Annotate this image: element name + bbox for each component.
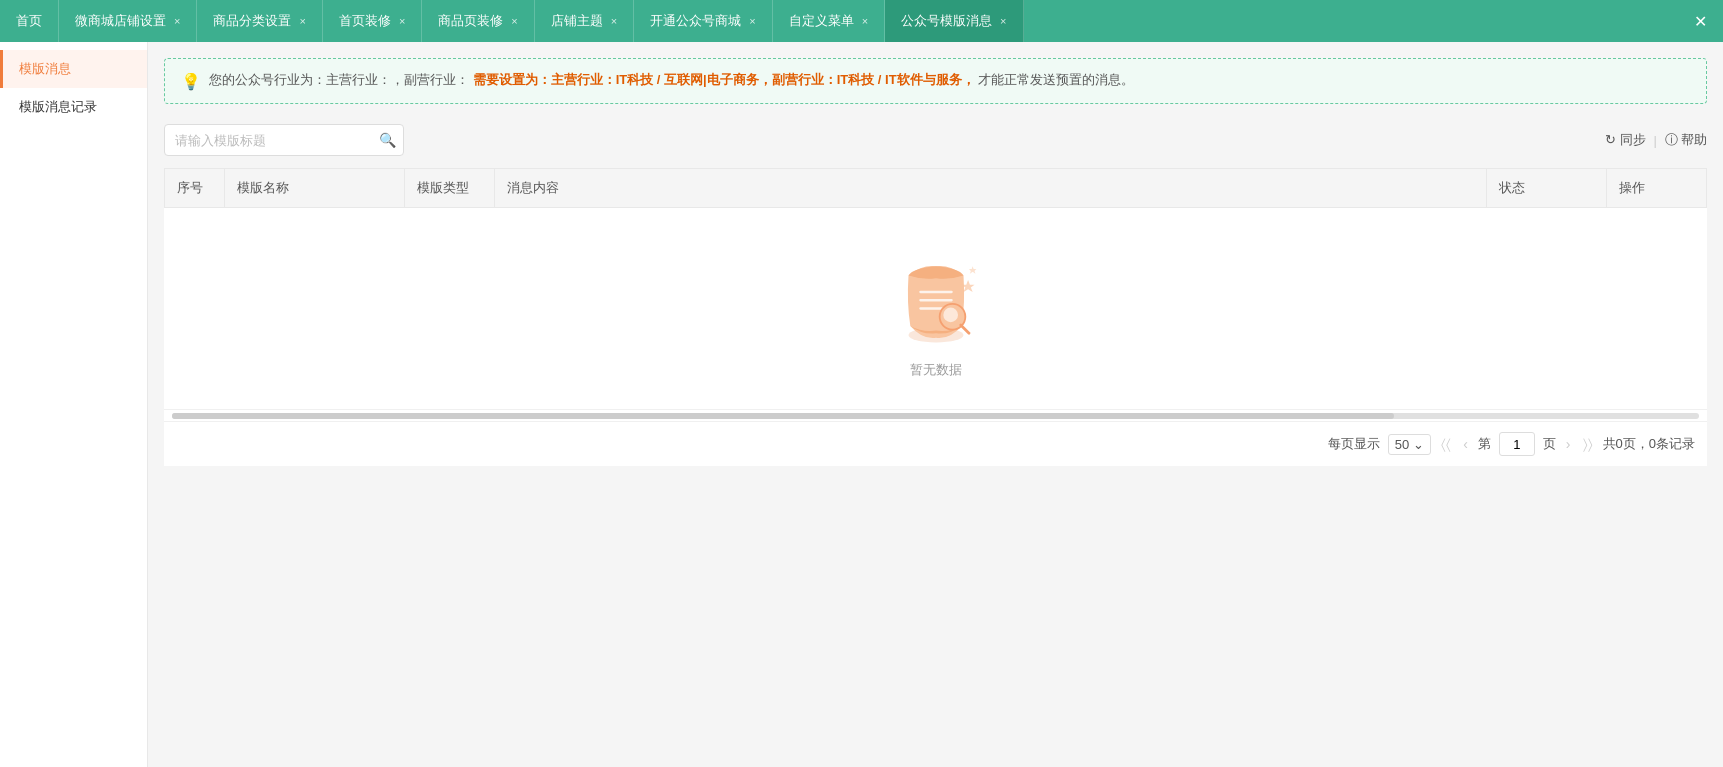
tab-product-category[interactable]: 商品分类设置 × [197, 0, 322, 42]
page-label-suffix: 页 [1543, 435, 1556, 453]
empty-text: 暂无数据 [164, 361, 1707, 379]
table-header-row: 序号 模版名称 模版类型 消息内容 状态 操作 [165, 169, 1707, 208]
tab-wshop-settings[interactable]: 微商城店铺设置 × [59, 0, 197, 42]
tab-template-msg-label: 公众号模版消息 [901, 12, 992, 30]
tab-custom-menu-close[interactable]: × [862, 15, 868, 27]
sidebar-item-template-message-label: 模版消息 [19, 61, 71, 76]
svg-line-6 [960, 325, 968, 333]
page-size-value: 50 [1395, 437, 1409, 452]
help-button[interactable]: ⓘ 帮助 [1665, 131, 1707, 149]
tab-product-decor-close[interactable]: × [511, 15, 517, 27]
notice-box: 💡 您的公众号行业为：主营行业：，副营行业： 需要设置为：主营行业：IT科技 /… [164, 58, 1707, 104]
help-circle-icon: ⓘ [1665, 131, 1678, 149]
total-text: 共0页，0条记录 [1603, 435, 1695, 453]
search-bar: 🔍 ↻ 同步 | ⓘ 帮助 [164, 124, 1707, 156]
tab-open-mall[interactable]: 开通公众号商城 × [634, 0, 772, 42]
search-input[interactable] [164, 124, 404, 156]
notice-text-before: 您的公众号行业为：主营行业：，副营行业： [209, 72, 469, 87]
col-seq: 序号 [165, 169, 225, 208]
tab-wshop-settings-label: 微商城店铺设置 [75, 12, 166, 30]
main-layout: 模版消息 模版消息记录 💡 您的公众号行业为：主营行业：，副营行业： 需要设置为… [0, 42, 1723, 767]
svg-point-5 [943, 308, 958, 323]
data-table: 序号 模版名称 模版类型 消息内容 状态 操作 [164, 168, 1707, 208]
notice-text: 您的公众号行业为：主营行业：，副营行业： 需要设置为：主营行业：IT科技 / 互… [209, 71, 1134, 89]
tab-home[interactable]: 首页 [0, 0, 59, 42]
tab-custom-menu-label: 自定义菜单 [789, 12, 854, 30]
col-content: 消息内容 [495, 169, 1487, 208]
tab-shop-theme-label: 店铺主题 [551, 12, 603, 30]
scrollbar-area[interactable] [164, 409, 1707, 421]
page-size-select[interactable]: 50 ⌄ [1388, 434, 1431, 455]
page-label-prefix: 第 [1478, 435, 1491, 453]
page-size-chevron-icon: ⌄ [1413, 437, 1424, 452]
notice-text-after: 才能正常发送预置的消息。 [978, 72, 1134, 87]
tab-template-msg-close[interactable]: × [1000, 15, 1006, 27]
page-size-label: 每页显示 [1328, 435, 1380, 453]
tab-home-decor-label: 首页装修 [339, 12, 391, 30]
scrollbar-thumb[interactable] [172, 413, 1394, 419]
search-icon[interactable]: 🔍 [379, 132, 396, 148]
sync-button[interactable]: ↻ 同步 [1605, 131, 1646, 149]
content-area: 💡 您的公众号行业为：主营行业：，副营行业： 需要设置为：主营行业：IT科技 /… [148, 42, 1723, 767]
tab-open-mall-label: 开通公众号商城 [650, 12, 741, 30]
page-input[interactable] [1499, 432, 1535, 456]
col-action: 操作 [1607, 169, 1707, 208]
notice-highlight: 需要设置为：主营行业：IT科技 / 互联网|电子商务，副营行业：IT科技 / I… [473, 72, 975, 87]
empty-illustration [881, 248, 991, 358]
sidebar-item-template-record[interactable]: 模版消息记录 [0, 88, 147, 126]
tab-open-mall-close[interactable]: × [749, 15, 755, 27]
topbar: 首页 微商城店铺设置 × 商品分类设置 × 首页装修 × 商品页装修 × 店铺主… [0, 0, 1723, 42]
tab-home-decor[interactable]: 首页装修 × [323, 0, 422, 42]
col-type: 模版类型 [405, 169, 495, 208]
close-all-button[interactable]: ✕ [1678, 12, 1723, 31]
col-status: 状态 [1487, 169, 1607, 208]
pagination-last-button[interactable]: 〉〉 [1581, 436, 1595, 453]
tab-product-decor[interactable]: 商品页装修 × [422, 0, 534, 42]
pagination: 每页显示 50 ⌄ 〈〈 ‹ 第 页 › 〉〉 共0页，0条记录 [164, 421, 1707, 466]
tab-shop-theme[interactable]: 店铺主题 × [535, 0, 634, 42]
pagination-first-button[interactable]: 〈〈 [1439, 436, 1453, 453]
empty-state: 暂无数据 [164, 208, 1707, 409]
col-name: 模版名称 [225, 169, 405, 208]
sidebar-item-template-record-label: 模版消息记录 [19, 99, 97, 114]
tab-template-msg[interactable]: 公众号模版消息 × [885, 0, 1023, 42]
toolbar-divider: | [1654, 133, 1657, 148]
scrollbar-track[interactable] [172, 413, 1699, 419]
tab-shop-theme-close[interactable]: × [611, 15, 617, 27]
tab-product-decor-label: 商品页装修 [438, 12, 503, 30]
tab-product-category-label: 商品分类设置 [213, 12, 291, 30]
search-input-wrap: 🔍 [164, 124, 404, 156]
tab-product-category-close[interactable]: × [299, 15, 305, 27]
tab-home-label: 首页 [16, 12, 42, 30]
pagination-next-button[interactable]: › [1564, 436, 1573, 452]
sidebar: 模版消息 模版消息记录 [0, 42, 148, 767]
pagination-prev-button[interactable]: ‹ [1461, 436, 1470, 452]
toolbar-right: ↻ 同步 | ⓘ 帮助 [1605, 131, 1707, 149]
close-all-icon: ✕ [1694, 13, 1707, 30]
tab-custom-menu[interactable]: 自定义菜单 × [773, 0, 885, 42]
tab-home-decor-close[interactable]: × [399, 15, 405, 27]
tab-wshop-settings-close[interactable]: × [174, 15, 180, 27]
sidebar-item-template-message[interactable]: 模版消息 [0, 50, 147, 88]
notice-icon: 💡 [181, 72, 201, 91]
